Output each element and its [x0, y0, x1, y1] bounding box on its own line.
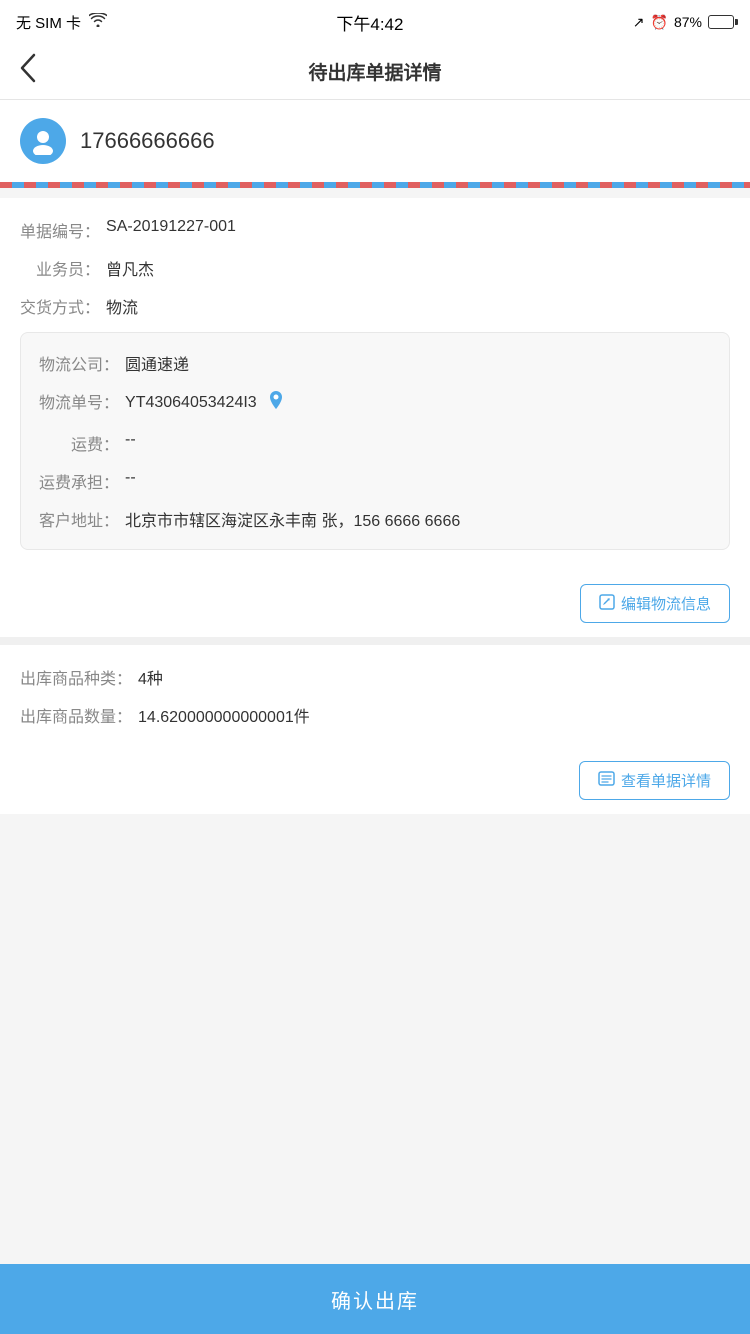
view-detail-button[interactable]: 查看单据详情	[579, 761, 730, 800]
page-title: 待出库单据详情	[308, 58, 441, 85]
customer-header: 17666666666	[0, 100, 750, 182]
goods-types-label: 出库商品种类：	[20, 665, 132, 689]
goods-quantity-row: 出库商品数量： 14.620000000000001件	[20, 703, 730, 727]
confirm-button[interactable]: 确认出库	[0, 1264, 750, 1334]
carrier-label: 无 SIM 卡	[16, 12, 81, 33]
status-time: 下午4:42	[336, 10, 403, 35]
delivery-method-label: 交货方式：	[20, 294, 100, 318]
sales-person-row: 业务员： 曾凡杰	[20, 256, 730, 280]
map-pin-icon[interactable]	[265, 389, 287, 417]
edit-btn-row: 编辑物流信息	[0, 570, 750, 637]
alarm-icon: ⏰	[651, 14, 668, 31]
logistics-company-label: 物流公司：	[39, 351, 119, 375]
freight-bearer-value: --	[125, 469, 711, 487]
tracking-no-label: 物流单号：	[39, 389, 119, 413]
edit-logistics-label: 编辑物流信息	[621, 593, 711, 614]
status-left: 无 SIM 卡	[16, 12, 107, 33]
tracking-no-row: 物流单号： YT43064053424I3	[39, 389, 711, 417]
location-status-icon: ↗	[633, 14, 645, 31]
address-label: 客户地址：	[39, 507, 119, 531]
order-no-value: SA-20191227-001	[106, 218, 730, 236]
address-row: 客户地址： 北京市市辖区海淀区永丰南 张，156 6666 6666	[39, 507, 711, 531]
delivery-method-value: 物流	[106, 294, 730, 318]
status-bar: 无 SIM 卡 下午4:42 ↗ ⏰ 87%	[0, 0, 750, 44]
sales-person-label: 业务员：	[20, 256, 100, 280]
battery-percent: 87%	[674, 14, 702, 30]
status-right: ↗ ⏰ 87%	[633, 14, 734, 31]
freight-bearer-row: 运费承担： --	[39, 469, 711, 493]
confirm-button-label: 确认出库	[331, 1285, 419, 1314]
logistics-company-value: 圆通速递	[125, 351, 711, 375]
logistics-card: 物流公司： 圆通速递 物流单号： YT43064053424I3 运费：	[20, 332, 730, 550]
goods-quantity-label: 出库商品数量：	[20, 703, 132, 727]
freight-bearer-label: 运费承担：	[39, 469, 119, 493]
avatar	[20, 118, 66, 164]
wifi-icon	[89, 13, 107, 31]
customer-phone: 17666666666	[80, 128, 215, 154]
edit-icon	[599, 594, 615, 614]
logistics-company-row: 物流公司： 圆通速递	[39, 351, 711, 375]
back-button[interactable]	[8, 43, 46, 100]
nav-bar: 待出库单据详情	[0, 44, 750, 100]
edit-logistics-button[interactable]: 编辑物流信息	[580, 584, 730, 623]
bottom-spacer	[0, 814, 750, 934]
decorative-divider	[0, 182, 750, 188]
freight-row: 运费： --	[39, 431, 711, 455]
view-detail-btn-row: 查看单据详情	[0, 747, 750, 814]
delivery-method-row: 交货方式： 物流	[20, 294, 730, 318]
section-separator	[0, 637, 750, 645]
goods-types-row: 出库商品种类： 4种	[20, 665, 730, 689]
sales-person-value: 曾凡杰	[106, 256, 730, 280]
address-value: 北京市市辖区海淀区永丰南 张，156 6666 6666	[125, 507, 711, 531]
order-no-label: 单据编号：	[20, 218, 100, 242]
main-content: 17666666666 单据编号： SA-20191227-001 业务员： 曾…	[0, 100, 750, 1014]
goods-types-value: 4种	[138, 665, 730, 689]
freight-label: 运费：	[39, 431, 119, 455]
list-icon	[598, 771, 615, 790]
order-info-section: 单据编号： SA-20191227-001 业务员： 曾凡杰 交货方式： 物流 …	[0, 198, 750, 570]
tracking-no-value: YT43064053424I3	[125, 389, 711, 417]
goods-quantity-value: 14.620000000000001件	[138, 703, 730, 727]
order-no-row: 单据编号： SA-20191227-001	[20, 218, 730, 242]
view-detail-label: 查看单据详情	[621, 770, 711, 791]
freight-value: --	[125, 431, 711, 449]
battery-icon	[708, 15, 734, 29]
goods-section: 出库商品种类： 4种 出库商品数量： 14.620000000000001件	[0, 645, 750, 747]
